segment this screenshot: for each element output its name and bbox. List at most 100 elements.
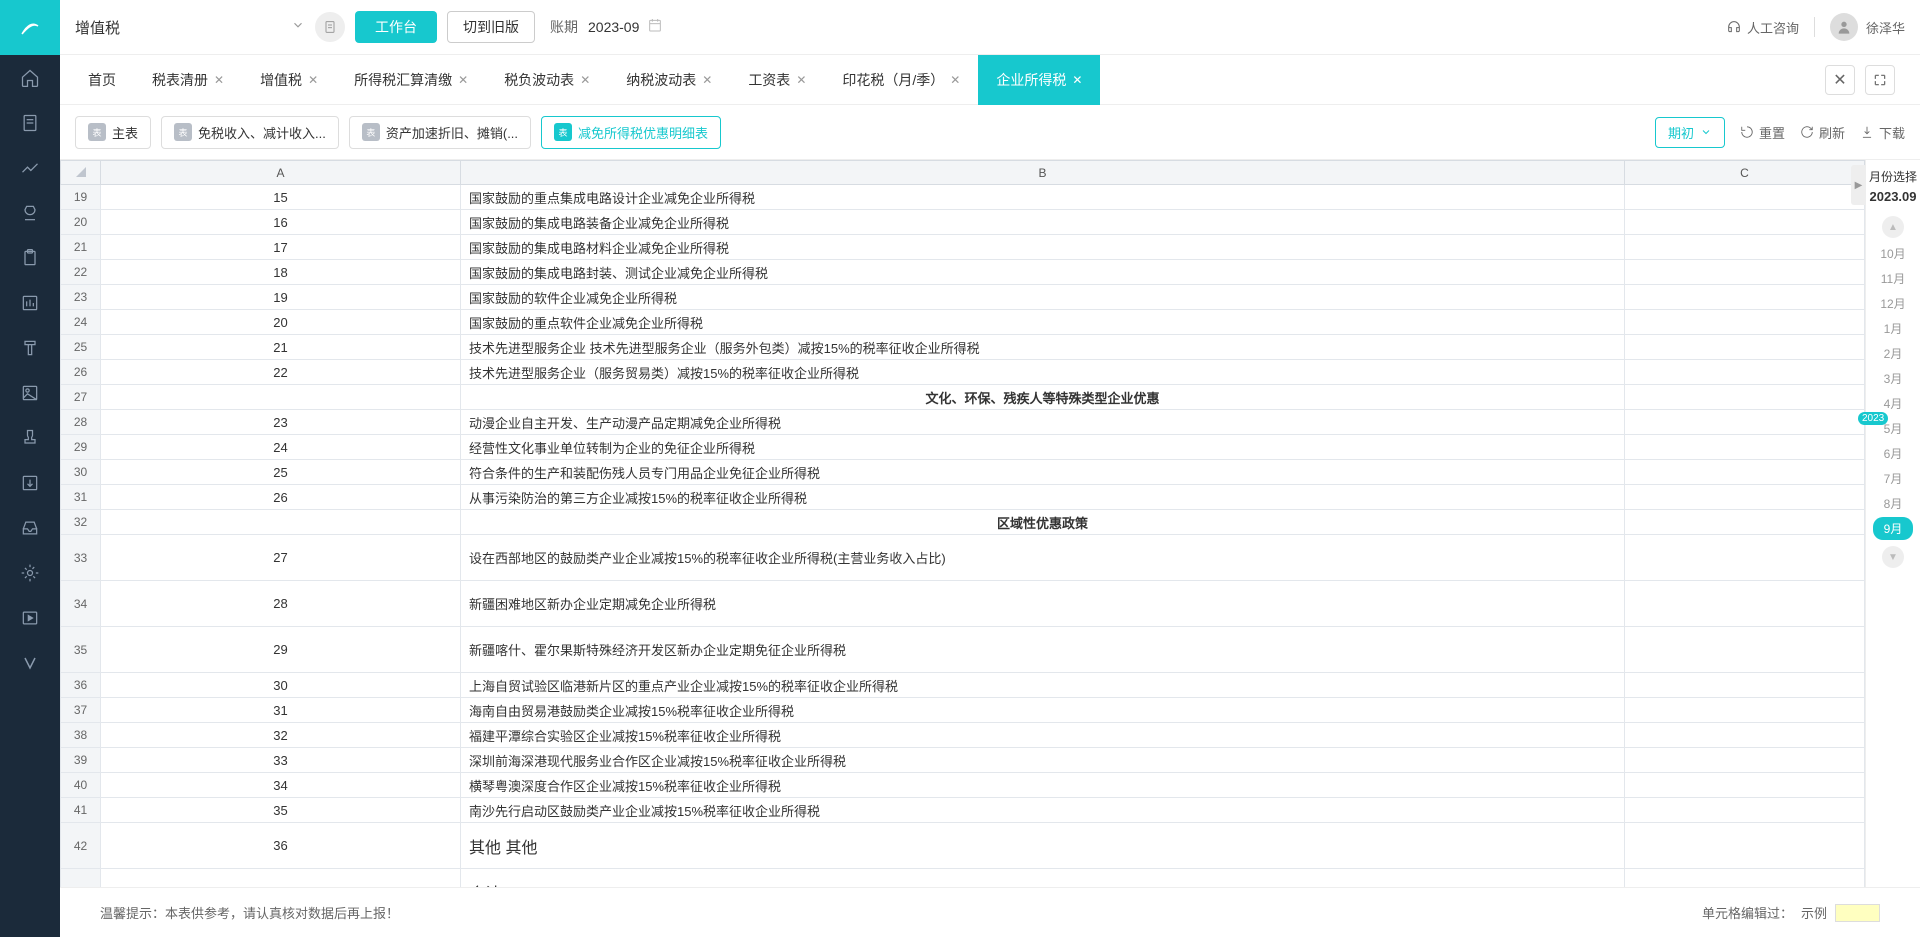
cell[interactable]: 横琴粤澳深度合作区企业减按15%税率征收企业所得税 [461, 773, 1625, 798]
nav-report-icon[interactable] [0, 280, 60, 325]
calendar-icon[interactable] [647, 17, 663, 38]
cell[interactable]: 新疆困难地区新办企业定期减免企业所得税 [461, 581, 1625, 627]
row-number[interactable]: 31 [61, 485, 101, 510]
cell[interactable]: 36 [101, 823, 461, 869]
table-row[interactable]: 2117国家鼓励的集成电路材料企业减免企业所得税 [61, 235, 1865, 260]
row-number[interactable]: 27 [61, 385, 101, 410]
cell[interactable]: 16 [101, 210, 461, 235]
cell[interactable]: 25 [101, 460, 461, 485]
nav-money-icon[interactable] [0, 190, 60, 235]
cell[interactable]: 区域性优惠政策 [461, 510, 1625, 535]
cell[interactable]: 23 [101, 410, 461, 435]
cell[interactable]: 海南自由贸易港鼓励类企业减按15%税率征收企业所得税 [461, 698, 1625, 723]
row-number[interactable]: 21 [61, 235, 101, 260]
table-row[interactable]: 2420国家鼓励的重点软件企业减免企业所得税 [61, 310, 1865, 335]
download-button[interactable]: 下载 [1860, 123, 1905, 142]
table-row[interactable]: 2823动漫企业自主开发、生产动漫产品定期减免企业所得税 [61, 410, 1865, 435]
row-number[interactable]: 28 [61, 410, 101, 435]
close-all-tabs-button[interactable]: ✕ [1825, 65, 1855, 95]
month-item[interactable]: 7月 [1873, 467, 1913, 490]
table-row[interactable]: 3933深圳前海深港现代服务业合作区企业减按15%税率征收企业所得税 [61, 748, 1865, 773]
row-number[interactable]: 30 [61, 460, 101, 485]
cell[interactable]: 27 [101, 535, 461, 581]
month-item[interactable]: 6月 [1873, 442, 1913, 465]
cell[interactable] [1625, 210, 1865, 235]
cell[interactable] [1625, 410, 1865, 435]
subtab[interactable]: 表资产加速折旧、摊销(... [349, 116, 531, 149]
table-row[interactable]: 2218国家鼓励的集成电路封装、测试企业减免企业所得税 [61, 260, 1865, 285]
cell[interactable] [1625, 385, 1865, 410]
table-row[interactable]: 2924经营性文化事业单位转制为企业的免征企业所得税 [61, 435, 1865, 460]
close-icon[interactable]: ✕ [458, 73, 468, 87]
cell[interactable]: 福建平潭综合实验区企业减按15%税率征收企业所得税 [461, 723, 1625, 748]
cell[interactable]: 文化、环保、残疾人等特殊类型企业优惠 [461, 385, 1625, 410]
cell[interactable] [1625, 723, 1865, 748]
cell[interactable] [1625, 235, 1865, 260]
month-item[interactable]: 1月 [1873, 317, 1913, 340]
table-row[interactable]: 3428新疆困难地区新办企业定期减免企业所得税 [61, 581, 1865, 627]
close-icon[interactable]: ✕ [950, 73, 960, 87]
subtab[interactable]: 表免税收入、减计收入... [161, 116, 339, 149]
table-row[interactable]: 2622技术先进型服务企业（服务贸易类）减按15%的税率征收企业所得税 [61, 360, 1865, 385]
row-number[interactable]: 40 [61, 773, 101, 798]
fullscreen-button[interactable] [1865, 65, 1895, 95]
cell[interactable] [1625, 627, 1865, 673]
cell[interactable]: 30 [101, 673, 461, 698]
cell[interactable] [1625, 748, 1865, 773]
spreadsheet[interactable]: A B C 1915国家鼓励的重点集成电路设计企业减免企业所得税2016国家鼓励… [60, 160, 1865, 887]
nav-tax-icon[interactable] [0, 325, 60, 370]
cell[interactable] [1625, 673, 1865, 698]
cell[interactable]: 国家鼓励的重点集成电路设计企业减免企业所得税 [461, 185, 1625, 210]
table-row[interactable]: 3025符合条件的生产和装配伤残人员专门用品企业免征企业所得税 [61, 460, 1865, 485]
table-row[interactable]: 4135南沙先行启动区鼓励类产业企业减按15%税率征收企业所得税 [61, 798, 1865, 823]
month-item[interactable]: 11月 [1873, 267, 1913, 290]
switch-old-button[interactable]: 切到旧版 [447, 11, 535, 43]
cell[interactable]: 22 [101, 360, 461, 385]
row-number[interactable]: 41 [61, 798, 101, 823]
cell[interactable]: 26 [101, 485, 461, 510]
cell[interactable]: 国家鼓励的集成电路封装、测试企业减免企业所得税 [461, 260, 1625, 285]
cell[interactable]: 技术先进型服务企业 技术先进型服务企业（服务外包类）减按15%的税率征收企业所得… [461, 335, 1625, 360]
nav-clipboard-icon[interactable] [0, 235, 60, 280]
table-row[interactable]: 2016国家鼓励的集成电路装备企业减免企业所得税 [61, 210, 1865, 235]
row-number[interactable]: 42 [61, 823, 101, 869]
cell[interactable] [1625, 773, 1865, 798]
nav-settings-icon[interactable] [0, 550, 60, 595]
close-icon[interactable]: ✕ [580, 73, 590, 87]
cell[interactable]: 国家鼓励的集成电路装备企业减免企业所得税 [461, 210, 1625, 235]
table-row[interactable]: 4236其他 其他 [61, 823, 1865, 869]
month-item[interactable]: 10月 [1873, 242, 1913, 265]
tab-纳税波动表[interactable]: 纳税波动表✕ [608, 55, 730, 105]
tab-印花税（月/季）[interactable]: 印花税（月/季）✕ [824, 55, 978, 105]
nav-stamp-icon[interactable] [0, 415, 60, 460]
cell[interactable]: 24 [101, 435, 461, 460]
cell[interactable]: 35 [101, 798, 461, 823]
cell[interactable]: 南沙先行启动区鼓励类产业企业减按15%税率征收企业所得税 [461, 798, 1625, 823]
cell[interactable]: 国家鼓励的软件企业减免企业所得税 [461, 285, 1625, 310]
cell[interactable]: 34 [101, 773, 461, 798]
nav-chart-icon[interactable] [0, 145, 60, 190]
tab-企业所得税[interactable]: 企业所得税✕ [978, 55, 1100, 105]
row-number[interactable]: 22 [61, 260, 101, 285]
cell[interactable] [1625, 285, 1865, 310]
cell[interactable] [1625, 335, 1865, 360]
logo[interactable] [0, 0, 60, 55]
collapse-handle[interactable]: ▶ [1851, 165, 1866, 205]
subtab[interactable]: 表减免所得税优惠明细表 [541, 116, 721, 149]
close-icon[interactable]: ✕ [702, 73, 712, 87]
row-number[interactable]: 29 [61, 435, 101, 460]
month-item[interactable]: 3月 [1873, 367, 1913, 390]
col-header-a[interactable]: A [101, 161, 461, 185]
cell[interactable]: 20 [101, 310, 461, 335]
cell[interactable]: 17 [101, 235, 461, 260]
cell[interactable] [1625, 823, 1865, 869]
row-number[interactable]: 33 [61, 535, 101, 581]
table-row[interactable]: 3529新疆喀什、霍尔果斯特殊经济开发区新办企业定期免征企业所得税 [61, 627, 1865, 673]
cell[interactable] [1625, 185, 1865, 210]
cell[interactable]: 合计 [461, 869, 1625, 888]
cell[interactable] [1625, 510, 1865, 535]
nav-video-icon[interactable] [0, 595, 60, 640]
nav-home-icon[interactable] [0, 55, 60, 100]
cell[interactable]: 21 [101, 335, 461, 360]
row-number[interactable]: 43 [61, 869, 101, 888]
